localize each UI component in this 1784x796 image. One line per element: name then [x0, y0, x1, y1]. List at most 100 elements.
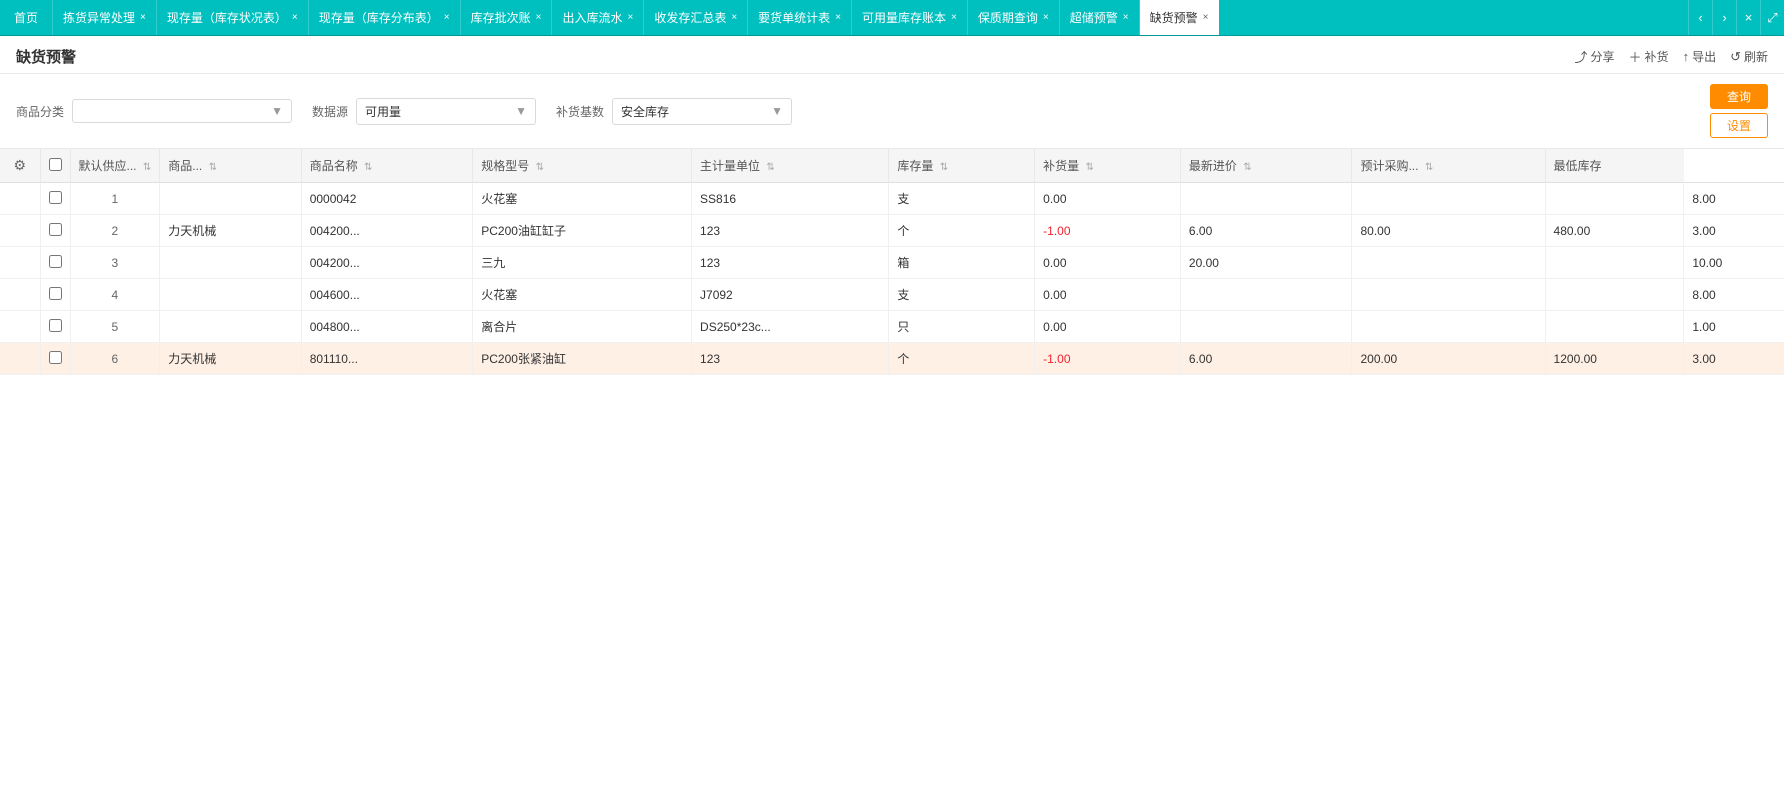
datasource-filter-group: 数据源 可用量 ▼	[312, 98, 536, 125]
sort-icon-est[interactable]: ⇅	[1425, 162, 1433, 173]
table-body: 1 0000042 火花塞 SS816 支 0.00 8.00 2 力天机械 0…	[0, 183, 1784, 375]
sort-icon-supplier[interactable]: ⇅	[143, 162, 151, 173]
col-header-replenish: 补货量 ⇅	[1035, 149, 1181, 183]
row-replenish-5: 6.00	[1180, 343, 1352, 375]
table-row: 6 力天机械 801110... PC200张紧油缸 123 个 -1.00 6…	[0, 343, 1784, 375]
tab-label-8: 可用量库存账本	[862, 9, 946, 26]
datasource-select[interactable]: 可用量 ▼	[356, 98, 536, 125]
nav-tab-3[interactable]: 现存量（库存分布表） ×	[309, 0, 461, 35]
datasource-caret-icon: ▼	[515, 104, 527, 118]
tab-label-1: 拣货异常处理	[63, 9, 135, 26]
row-latest-price-3	[1352, 279, 1545, 311]
row-supplier-0	[160, 183, 301, 215]
row-unit-2: 箱	[889, 247, 1035, 279]
nav-tab-7[interactable]: 要货单统计表 ×	[748, 0, 852, 35]
category-select[interactable]: ▼	[72, 99, 292, 123]
tab-close-11[interactable]: ×	[1203, 12, 1209, 23]
row-checkbox-cell[interactable]	[40, 311, 70, 343]
nav-left-arrow[interactable]: ‹	[1688, 0, 1712, 35]
sort-icon-unit[interactable]: ⇅	[766, 162, 774, 173]
replenish-base-caret-icon: ▼	[771, 104, 783, 118]
row-stock-0: 0.00	[1035, 183, 1181, 215]
tab-label-3: 现存量（库存分布表）	[319, 9, 439, 26]
settings-button[interactable]: 设置	[1710, 113, 1768, 138]
sort-icon-stock[interactable]: ⇅	[940, 162, 948, 173]
nav-close-all[interactable]: ×	[1736, 0, 1760, 35]
nav-home[interactable]: 首页	[0, 0, 53, 35]
row-stock-1: -1.00	[1035, 215, 1181, 247]
row-checkbox-cell[interactable]	[40, 247, 70, 279]
sort-icon-name[interactable]: ⇅	[364, 162, 372, 173]
tab-close-2[interactable]: ×	[292, 12, 298, 23]
top-nav: 首页 拣货异常处理 × 现存量（库存状况表） × 现存量（库存分布表） × 库存…	[0, 0, 1784, 36]
row-settings-cell	[0, 247, 40, 279]
nav-tab-2[interactable]: 现存量（库存状况表） ×	[157, 0, 309, 35]
row-num-0: 1	[70, 183, 160, 215]
table-row: 4 004600... 火花塞 J7092 支 0.00 8.00	[0, 279, 1784, 311]
row-replenish-4	[1180, 311, 1352, 343]
nav-tab-9[interactable]: 保质期查询 ×	[968, 0, 1060, 35]
nav-tab-11[interactable]: 缺货预警 ×	[1140, 0, 1220, 35]
row-checkbox-3[interactable]	[49, 287, 62, 300]
tab-close-3[interactable]: ×	[444, 12, 450, 23]
nav-right-arrow[interactable]: ›	[1712, 0, 1736, 35]
share-button[interactable]: ⤴ 分享	[1575, 47, 1615, 66]
tab-close-6[interactable]: ×	[731, 12, 737, 23]
row-replenish-1: 6.00	[1180, 215, 1352, 247]
sort-icon-code[interactable]: ⇅	[209, 162, 217, 173]
nav-tab-4[interactable]: 库存批次账 ×	[461, 0, 553, 35]
nav-tab-6[interactable]: 收发存汇总表 ×	[644, 0, 748, 35]
nav-expand[interactable]: ⤢	[1760, 0, 1784, 35]
nav-tab-8[interactable]: 可用量库存账本 ×	[852, 0, 968, 35]
row-settings-cell	[0, 215, 40, 247]
row-checkbox-5[interactable]	[49, 351, 62, 364]
row-latest-price-4	[1352, 311, 1545, 343]
row-est-purchase-4	[1545, 311, 1684, 343]
replenish-button[interactable]: ＋ 补货	[1629, 47, 1669, 66]
row-num-4: 5	[70, 311, 160, 343]
refresh-button[interactable]: ↺ 刷新	[1730, 48, 1768, 65]
col-label-unit: 主计量单位	[700, 159, 760, 173]
tab-close-10[interactable]: ×	[1123, 12, 1129, 23]
row-spec-2: 123	[692, 247, 889, 279]
row-checkbox-cell[interactable]	[40, 343, 70, 375]
row-stock-2: 0.00	[1035, 247, 1181, 279]
nav-tab-10[interactable]: 超储预警 ×	[1060, 0, 1140, 35]
page-header: 缺货预警 ⤴ 分享 ＋ 补货 ↑ 导出 ↺ 刷新	[0, 36, 1784, 74]
tab-close-5[interactable]: ×	[627, 12, 633, 23]
tab-close-1[interactable]: ×	[140, 12, 146, 23]
replenish-base-filter-group: 补货基数 安全库存 ▼	[556, 98, 792, 125]
row-min-stock-2: 10.00	[1684, 247, 1784, 279]
tab-close-9[interactable]: ×	[1043, 12, 1049, 23]
row-supplier-1: 力天机械	[160, 215, 301, 247]
table-header-row: ⚙ 默认供应... ⇅ 商品... ⇅ 商品名称 ⇅	[0, 149, 1784, 183]
row-product-name-2: 三九	[473, 247, 692, 279]
col-header-stock: 库存量 ⇅	[889, 149, 1035, 183]
sort-icon-price[interactable]: ⇅	[1243, 162, 1251, 173]
tab-close-7[interactable]: ×	[835, 12, 841, 23]
sort-icon-spec[interactable]: ⇅	[536, 162, 544, 173]
row-checkbox-2[interactable]	[49, 255, 62, 268]
row-checkbox-cell[interactable]	[40, 279, 70, 311]
query-button[interactable]: 查询	[1710, 84, 1768, 109]
select-all-checkbox[interactable]	[49, 158, 62, 171]
sort-icon-replenish[interactable]: ⇅	[1086, 162, 1094, 173]
tab-close-8[interactable]: ×	[951, 12, 957, 23]
export-button[interactable]: ↑ 导出	[1683, 48, 1717, 65]
row-checkbox-cell[interactable]	[40, 215, 70, 247]
category-caret-icon: ▼	[271, 104, 283, 118]
share-label: 分享	[1591, 48, 1615, 65]
nav-tab-1[interactable]: 拣货异常处理 ×	[53, 0, 157, 35]
tab-close-4[interactable]: ×	[536, 12, 542, 23]
nav-tab-5[interactable]: 出入库流水 ×	[552, 0, 644, 35]
row-checkbox-4[interactable]	[49, 319, 62, 332]
page-title: 缺货预警	[16, 46, 76, 67]
row-checkbox-1[interactable]	[49, 223, 62, 236]
row-num-5: 6	[70, 343, 160, 375]
row-checkbox-0[interactable]	[49, 191, 62, 204]
column-settings-icon[interactable]: ⚙	[13, 157, 26, 173]
refresh-label: 刷新	[1744, 48, 1768, 65]
row-unit-5: 个	[889, 343, 1035, 375]
replenish-base-select[interactable]: 安全库存 ▼	[612, 98, 792, 125]
row-checkbox-cell[interactable]	[40, 183, 70, 215]
